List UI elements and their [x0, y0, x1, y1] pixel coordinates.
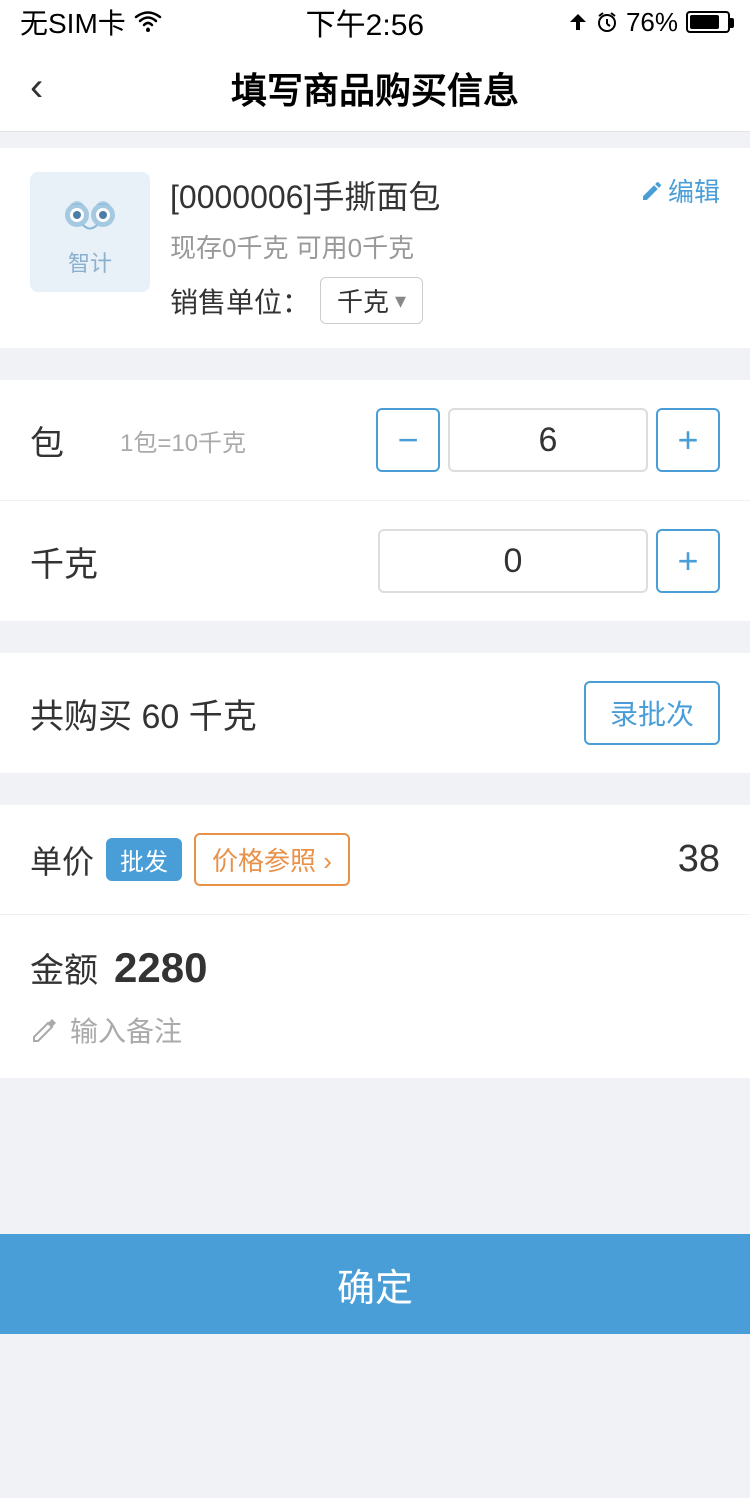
confirm-bar[interactable]: 确定 [0, 1234, 750, 1334]
bao-quantity-input[interactable] [448, 408, 648, 472]
nav-bar: ‹ 填写商品购买信息 [0, 44, 750, 132]
product-info: [0000006]手撕面包 现存0千克 可用0千克 销售单位： 千克 ▾ [170, 172, 720, 324]
product-card: 智计 [0000006]手撕面包 现存0千克 可用0千克 销售单位： 千克 ▾ … [0, 148, 750, 348]
kg-label: 千克 [30, 537, 110, 586]
input-section: 包 1包=10千克 − + 千克 + [0, 380, 750, 621]
amount-label: 金额 [30, 943, 98, 992]
product-name: [0000006]手撕面包 [170, 172, 720, 218]
price-value: 38 [678, 838, 720, 881]
summary-row: 共购买 60 千克 录批次 [0, 653, 750, 773]
kg-plus-button[interactable]: + [656, 529, 720, 593]
batch-button[interactable]: 录批次 [584, 681, 720, 745]
edit-button[interactable]: 编辑 [640, 172, 720, 209]
unit-selector[interactable]: 千克 ▾ [320, 277, 423, 324]
bao-quantity-control: − + [376, 408, 720, 472]
bao-row: 包 1包=10千克 − + [0, 380, 750, 501]
price-section: 单价 批发 价格参照 › 38 金额 2280 输入备注 [0, 805, 750, 1078]
status-bar: 无SIM卡 下午2:56 76% [0, 0, 750, 44]
status-right: 76% [568, 7, 730, 38]
battery-percent: 76% [626, 7, 678, 38]
note-row[interactable]: 输入备注 [30, 1010, 720, 1050]
alarm-icon [596, 11, 618, 33]
carrier-label: 无SIM卡 [20, 2, 126, 42]
product-image: 智计 [30, 172, 150, 292]
note-placeholder: 输入备注 [70, 1010, 182, 1050]
bao-label: 包 [30, 416, 110, 465]
confirm-button[interactable]: 确定 [337, 1257, 413, 1312]
kg-quantity-input[interactable] [378, 529, 648, 593]
bao-sublabel: 1包=10千克 [120, 423, 376, 458]
status-time: 下午2:56 [306, 0, 424, 44]
battery-icon [686, 11, 730, 33]
location-icon [568, 12, 588, 32]
kg-quantity-control: + [378, 529, 720, 593]
unit-value: 千克 [337, 282, 389, 319]
product-unit: 销售单位： 千克 ▾ [170, 277, 720, 324]
price-tag: 批发 [106, 838, 182, 881]
edit-label: 编辑 [668, 172, 720, 209]
bao-plus-button[interactable]: + [656, 408, 720, 472]
price-label: 单价 [30, 837, 94, 883]
amount-row: 金额 2280 [30, 943, 720, 992]
status-left: 无SIM卡 [20, 2, 162, 42]
spacer-3 [0, 789, 750, 805]
price-ref-button[interactable]: 价格参照 › [194, 833, 350, 886]
spacer-2 [0, 637, 750, 653]
wifi-icon [134, 11, 162, 33]
price-ref-label: 价格参照 › [212, 841, 332, 878]
pencil-icon [30, 1015, 60, 1045]
kg-row: 千克 + [0, 501, 750, 621]
page-title: 填写商品购买信息 [231, 62, 519, 114]
img-label: 智计 [68, 246, 112, 278]
bao-minus-button[interactable]: − [376, 408, 440, 472]
spacer-top [0, 132, 750, 148]
summary-text: 共购买 60 千克 [30, 689, 257, 738]
unit-arrow: ▾ [395, 288, 406, 314]
amount-value: 2280 [114, 944, 207, 992]
spacer-1 [0, 364, 750, 380]
edit-icon [640, 179, 664, 203]
back-button[interactable]: ‹ [20, 55, 53, 120]
price-row: 单价 批发 价格参照 › 38 [0, 805, 750, 915]
owl-logo [55, 187, 125, 242]
amount-section: 金额 2280 输入备注 [0, 915, 750, 1078]
unit-label: 销售单位： [170, 281, 310, 321]
product-stock: 现存0千克 可用0千克 [170, 228, 720, 265]
